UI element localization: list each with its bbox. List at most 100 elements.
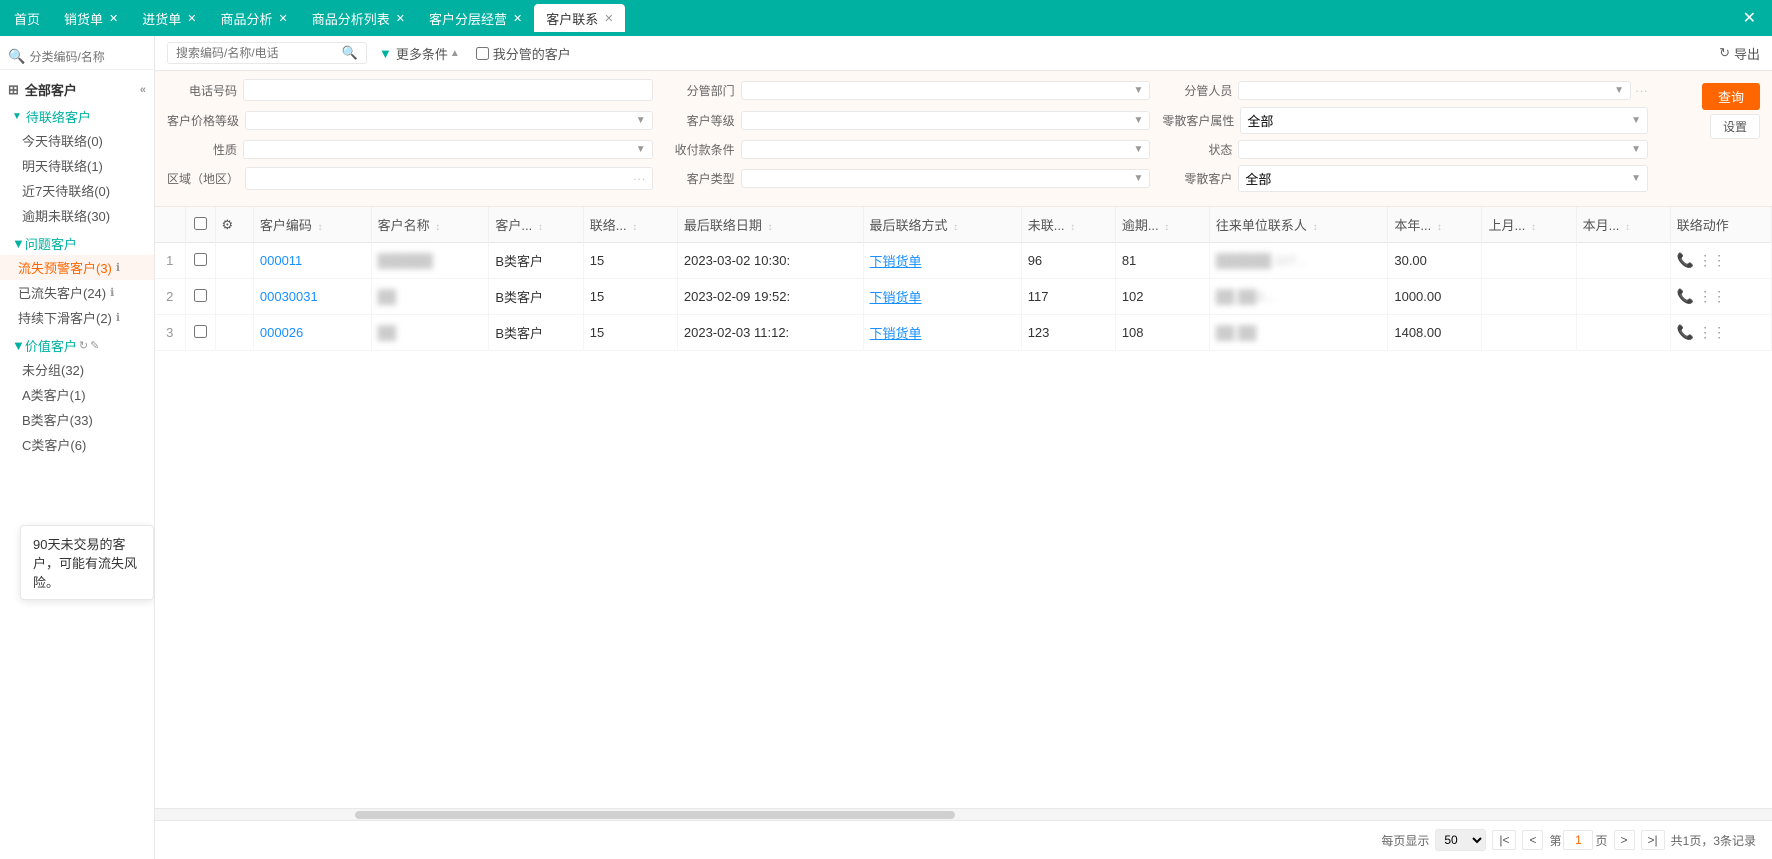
table-settings-icon[interactable]: ⚙: [222, 217, 234, 232]
select-all-checkbox[interactable]: [194, 217, 207, 230]
col-overdue[interactable]: 逾期... ↕: [1115, 207, 1209, 243]
tab-analysis-list[interactable]: 商品分析列表 ✕: [300, 4, 417, 32]
row-code-1[interactable]: 000011: [253, 243, 371, 279]
row-checkbox-3[interactable]: [185, 315, 215, 351]
retail-customer-select[interactable]: 全部 ▼: [1238, 165, 1648, 192]
tab-home[interactable]: 首页: [8, 4, 52, 32]
export-button[interactable]: ↻ 导出: [1719, 44, 1760, 63]
sidebar-group-problem[interactable]: ▼ 问题客户: [0, 228, 154, 255]
sidebar-item-today[interactable]: 今天待联络(0): [0, 128, 154, 153]
sidebar-item-overdue[interactable]: 逾期未联络(30): [0, 203, 154, 228]
region-dots[interactable]: ···: [633, 171, 646, 186]
col-name[interactable]: 客户名称 ↕: [371, 207, 489, 243]
sidebar-item-churned[interactable]: 已流失客户(24) ℹ: [0, 280, 154, 305]
my-customers-checkbox[interactable]: 我分管的客户: [476, 44, 571, 63]
sidebar-item-class-b[interactable]: B类客户(33): [0, 407, 154, 432]
sidebar-item-7days[interactable]: 近7天待联络(0): [0, 178, 154, 203]
manager-dots[interactable]: ···: [1635, 83, 1648, 98]
tab-analysis[interactable]: 商品分析 ✕: [208, 4, 299, 32]
page-input[interactable]: [1563, 830, 1593, 850]
manager-select[interactable]: ▼: [1238, 81, 1631, 100]
col-unit-contact[interactable]: 往来单位联系人 ↕: [1209, 207, 1387, 243]
region-select[interactable]: ···: [245, 167, 653, 190]
action-call-icon-3[interactable]: 📞: [1677, 324, 1694, 341]
phone-input[interactable]: [243, 79, 653, 101]
row-checkbox-1[interactable]: [185, 243, 215, 279]
horizontal-scrollbar[interactable]: [155, 808, 1772, 820]
row-method-3[interactable]: 下销货单: [863, 315, 1021, 351]
dept-select[interactable]: ▼: [741, 81, 1151, 100]
row-method-link-3[interactable]: 下销货单: [870, 326, 922, 341]
action-call-icon-1[interactable]: 📞: [1677, 252, 1694, 269]
search-button[interactable]: 🔍: [342, 45, 358, 61]
sidebar-item-tomorrow[interactable]: 明天待联络(1): [0, 153, 154, 178]
row-checkbox-2[interactable]: [185, 279, 215, 315]
row-code-2[interactable]: 00030031: [253, 279, 371, 315]
tab-purchase[interactable]: 进货单 ✕: [130, 4, 208, 32]
edit-icon[interactable]: ✎: [90, 339, 99, 352]
row-method-2[interactable]: 下销货单: [863, 279, 1021, 315]
search-input[interactable]: [176, 46, 338, 60]
payment-select[interactable]: ▼: [741, 140, 1151, 159]
sidebar-group-value[interactable]: ▼ 价值客户 ↻ ✎: [0, 330, 154, 357]
tab-sales[interactable]: 销货单 ✕: [52, 4, 130, 32]
row-method-link-2[interactable]: 下销货单: [870, 290, 922, 305]
sidebar-item-class-a[interactable]: A类客户(1): [0, 382, 154, 407]
page-next-btn[interactable]: >: [1614, 830, 1635, 850]
col-settings[interactable]: ⚙: [215, 207, 253, 243]
customer-type-select[interactable]: ▼: [741, 169, 1151, 188]
action-call-icon-2[interactable]: 📞: [1677, 288, 1694, 305]
col-this-year[interactable]: 本年... ↕: [1388, 207, 1482, 243]
sidebar-group-pending[interactable]: ▼ 待联络客户: [0, 103, 154, 128]
status-select[interactable]: ▼: [1238, 140, 1648, 159]
refresh-icon[interactable]: ↻: [79, 339, 88, 352]
per-page-select[interactable]: 50 100 200: [1435, 829, 1486, 851]
row-check-3[interactable]: [194, 325, 207, 338]
close-tab-customer-layer[interactable]: ✕: [513, 12, 522, 25]
col-last-month[interactable]: 上月... ↕: [1482, 207, 1576, 243]
close-tab-purchase[interactable]: ✕: [187, 12, 196, 25]
close-tab-analysis-list[interactable]: ✕: [396, 12, 405, 25]
col-code[interactable]: 客户编码 ↕: [253, 207, 371, 243]
row-code-3[interactable]: 000026: [253, 315, 371, 351]
sidebar-item-class-c[interactable]: C类客户(6): [0, 432, 154, 457]
col-last-date[interactable]: 最后联络日期 ↕: [677, 207, 863, 243]
row-date-3: 2023-02-03 11:12:: [677, 315, 863, 351]
col-this-month[interactable]: 本月... ↕: [1576, 207, 1670, 243]
sidebar-item-declining[interactable]: 持续下滑客户(2) ℹ: [0, 305, 154, 330]
page-first-btn[interactable]: |<: [1492, 830, 1516, 850]
tab-customer-contact[interactable]: 客户联系 ✕: [534, 4, 625, 32]
scrollbar-thumb[interactable]: [355, 811, 955, 819]
action-more-icon-3[interactable]: ⋮⋮: [1698, 324, 1726, 341]
row-check-1[interactable]: [194, 253, 207, 266]
sidebar-item-ungrouped[interactable]: 未分组(32): [0, 357, 154, 382]
close-tab-analysis[interactable]: ✕: [279, 12, 288, 25]
row-method-1[interactable]: 下销货单: [863, 243, 1021, 279]
retail-attr-select[interactable]: 全部 ▼: [1240, 107, 1648, 134]
price-level-select[interactable]: ▼: [245, 111, 653, 130]
tab-customer-layer[interactable]: 客户分层经营 ✕: [417, 4, 534, 32]
window-close-button[interactable]: ✕: [1735, 8, 1764, 28]
more-conditions-btn[interactable]: ▼ 更多条件 ▲: [379, 44, 460, 63]
sidebar-search-input[interactable]: [29, 50, 155, 64]
col-uncontacted[interactable]: 未联... ↕: [1021, 207, 1115, 243]
row-method-link-1[interactable]: 下销货单: [870, 254, 922, 269]
query-button[interactable]: 查询: [1702, 83, 1760, 110]
nature-select[interactable]: ▼: [243, 140, 653, 159]
my-customers-check[interactable]: [476, 47, 489, 60]
all-customers-header[interactable]: ⊞ 全部客户 «: [0, 76, 154, 103]
close-tab-sales[interactable]: ✕: [109, 12, 118, 25]
page-prev-btn[interactable]: <: [1522, 830, 1543, 850]
page-last-btn[interactable]: >|: [1641, 830, 1665, 850]
action-more-icon-1[interactable]: ⋮⋮: [1698, 252, 1726, 269]
col-type[interactable]: 客户... ↕: [489, 207, 583, 243]
sidebar-item-churn-warning[interactable]: 流失预警客户(3) ℹ: [0, 255, 154, 280]
customer-level-select[interactable]: ▼: [741, 111, 1151, 130]
col-checkbox[interactable]: [185, 207, 215, 243]
row-check-2[interactable]: [194, 289, 207, 302]
settings-button[interactable]: 设置: [1710, 114, 1760, 139]
col-last-method[interactable]: 最后联络方式 ↕: [863, 207, 1021, 243]
action-more-icon-2[interactable]: ⋮⋮: [1698, 288, 1726, 305]
col-contact[interactable]: 联络... ↕: [583, 207, 677, 243]
close-tab-customer-contact[interactable]: ✕: [604, 12, 613, 25]
